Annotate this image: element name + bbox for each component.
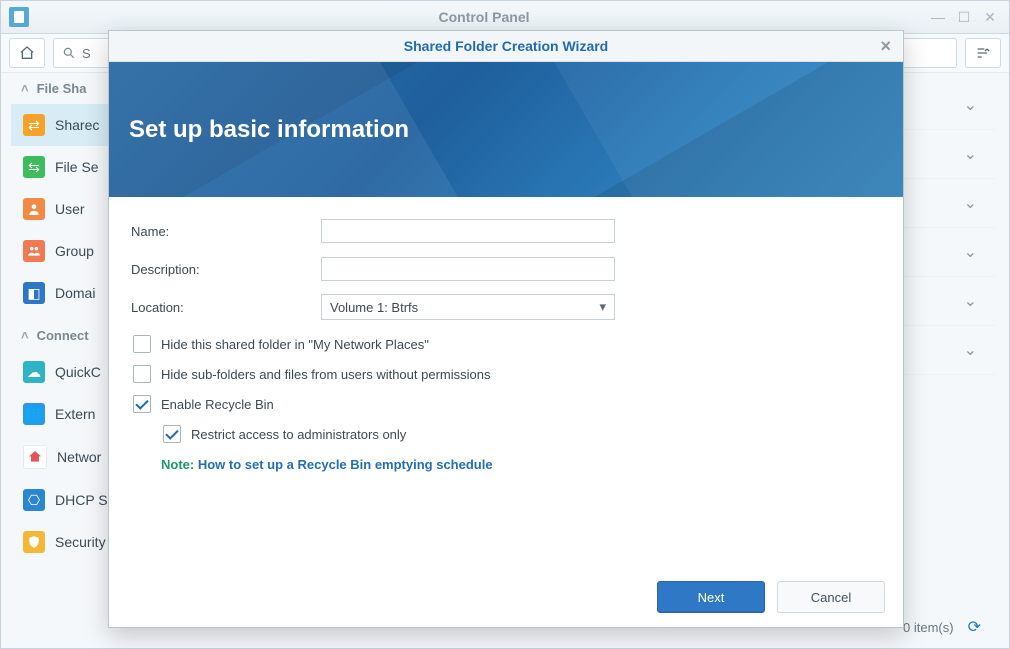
dialog-banner: Set up basic information [109, 62, 903, 197]
sidebar-item-label: Group [55, 243, 94, 259]
folder-share-icon: ⇄ [23, 114, 45, 136]
refresh-icon[interactable]: ⟳ [968, 617, 981, 637]
option-hide-network[interactable]: Hide this shared folder in "My Network P… [131, 329, 881, 359]
location-value: Volume 1: Btrfs [330, 300, 418, 315]
dialog-title: Shared Folder Creation Wizard [404, 38, 608, 54]
location-label: Location: [131, 300, 321, 315]
sidebar-item-label: User [55, 201, 85, 217]
sidebar-item-label: Extern [55, 406, 95, 422]
close-icon[interactable]: × [880, 37, 891, 55]
name-label: Name: [131, 224, 321, 239]
dhcp-icon: ⎔ [23, 489, 45, 511]
domain-icon: ◧ [23, 282, 45, 304]
item-count: 0 item(s) [903, 620, 954, 635]
next-button[interactable]: Next [657, 581, 765, 613]
search-icon [62, 46, 76, 60]
option-label: Restrict access to administrators only [191, 427, 406, 442]
sort-button[interactable] [965, 38, 1001, 68]
checkbox-checked-icon[interactable] [163, 425, 181, 443]
chevron-down-icon: ⌄ [964, 144, 977, 164]
chevron-down-icon: ⌄ [964, 340, 977, 360]
file-services-icon: ⇆ [23, 156, 45, 178]
app-icon [9, 7, 29, 27]
minimize-icon[interactable]: — [931, 9, 945, 26]
button-label: Next [698, 590, 725, 605]
sidebar-item-label: Domai [55, 285, 95, 301]
checkbox-icon[interactable] [133, 335, 151, 353]
chevron-down-icon: ⌄ [964, 193, 977, 213]
location-select[interactable]: Volume 1: Btrfs ▾ [321, 294, 615, 320]
description-input[interactable] [321, 257, 615, 281]
dialog-titlebar[interactable]: Shared Folder Creation Wizard × [109, 31, 903, 62]
dialog-body: Name: Description: Location: Volume 1: B… [109, 197, 903, 490]
button-label: Cancel [811, 590, 851, 605]
sort-icon [975, 45, 991, 61]
chevron-up-icon: ˄ [21, 81, 29, 96]
network-icon [23, 445, 47, 469]
note-link[interactable]: How to set up a Recycle Bin emptying sch… [198, 457, 493, 472]
field-description: Description: [131, 253, 881, 285]
name-input[interactable] [321, 219, 615, 243]
option-label: Hide this shared folder in "My Network P… [161, 337, 429, 352]
sidebar-item-label: DHCP S [55, 492, 108, 508]
field-name: Name: [131, 215, 881, 247]
chevron-up-icon: ˄ [21, 328, 29, 343]
close-icon[interactable]: ✕ [983, 9, 997, 26]
chevron-down-icon: ⌄ [964, 291, 977, 311]
chevron-down-icon: ⌄ [964, 242, 977, 262]
chevron-down-icon: ▾ [599, 299, 606, 315]
cloud-icon: ☁ [23, 361, 45, 383]
sidebar-item-label: Security [55, 534, 106, 550]
window-title: Control Panel [37, 9, 931, 25]
control-panel-window: Control Panel — ☐ ✕ S ˄ File Sha ⇄ Share… [0, 0, 1010, 649]
description-label: Description: [131, 262, 321, 277]
chevron-down-icon: ⌄ [964, 95, 977, 115]
cancel-button[interactable]: Cancel [777, 581, 885, 613]
dialog-header: Set up basic information [129, 116, 409, 144]
shared-folder-wizard: Shared Folder Creation Wizard × Set up b… [108, 30, 904, 628]
globe-icon: 🌐 [23, 403, 45, 425]
window-controls: — ☐ ✕ [931, 9, 1009, 26]
option-label: Enable Recycle Bin [161, 397, 274, 412]
sidebar-item-label: File Se [55, 159, 99, 175]
maximize-icon[interactable]: ☐ [957, 9, 971, 26]
user-icon [23, 198, 45, 220]
sidebar-item-label: QuickC [55, 364, 101, 380]
search-text: S [82, 46, 91, 61]
option-hide-subfolders[interactable]: Hide sub-folders and files from users wi… [131, 359, 881, 389]
sidebar-section-label: Connect [37, 328, 89, 343]
options-group: Hide this shared folder in "My Network P… [131, 329, 881, 472]
checkbox-checked-icon[interactable] [133, 395, 151, 413]
group-icon [23, 240, 45, 262]
note-row: Note: How to set up a Recycle Bin emptyi… [161, 457, 881, 472]
sidebar-section-label: File Sha [37, 81, 87, 96]
sidebar-item-label: Sharec [55, 117, 99, 133]
dialog-footer: Next Cancel [657, 581, 885, 613]
note-label: Note: [161, 457, 194, 472]
shield-icon [23, 531, 45, 553]
sidebar-item-label: Networ [57, 449, 101, 465]
home-button[interactable] [9, 38, 45, 68]
home-icon [19, 45, 35, 61]
option-label: Hide sub-folders and files from users wi… [161, 367, 490, 382]
checkbox-icon[interactable] [133, 365, 151, 383]
option-enable-recycle-bin[interactable]: Enable Recycle Bin [131, 389, 881, 419]
option-restrict-admins[interactable]: Restrict access to administrators only [161, 419, 881, 449]
field-location: Location: Volume 1: Btrfs ▾ [131, 291, 881, 323]
